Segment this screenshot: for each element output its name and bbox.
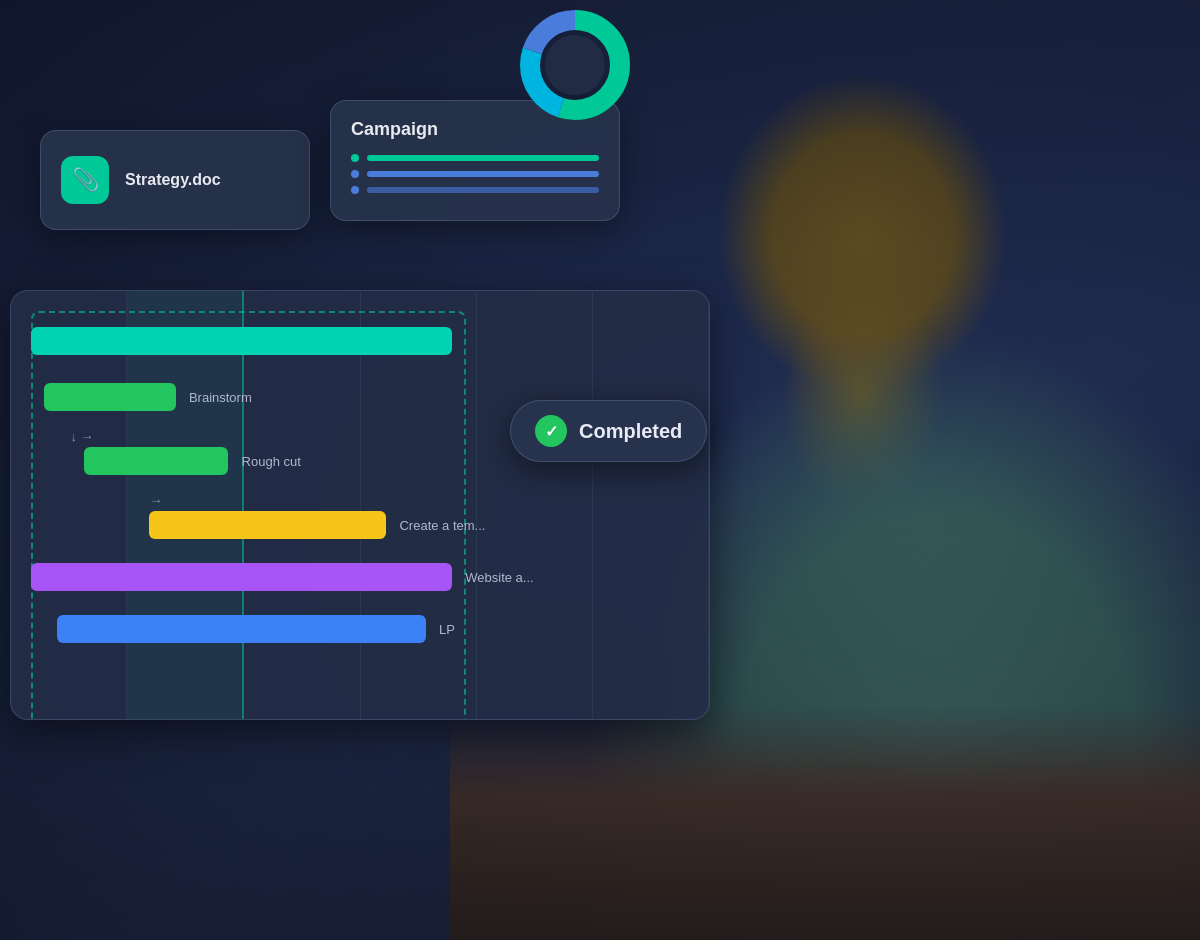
gantt-row-1: Design eBook [31,321,689,361]
strategy-card[interactable]: 📎 Strategy.doc [40,130,310,230]
gantt-bar-1 [31,327,452,355]
gantt-bar-4 [149,511,386,539]
gantt-label-2: Brainstorm [189,390,252,405]
svg-point-3 [545,35,605,95]
campaign-item-1 [351,154,599,162]
arrow-1: ↓ → [70,429,93,444]
gantt-label-5: Website a... [465,570,533,585]
gantt-row-4: Create a tem... [31,507,689,543]
campaign-line-1 [367,155,599,161]
gantt-content: Design eBook Brainstorm ↓ → Rough cut → … [31,311,689,647]
gantt-row-5: Website a... [31,559,689,595]
gantt-label-4: Create a tem... [399,518,485,533]
completed-check-icon: ✓ [535,415,567,447]
gantt-label-6: LP [439,622,455,637]
gantt-label-3: Rough cut [242,454,301,469]
gantt-row-6: LP [31,611,689,647]
completed-text: Completed [579,420,682,443]
gantt-bar-6 [57,615,425,643]
arrow-2: → [149,493,162,508]
completed-badge[interactable]: ✓ Completed [510,400,707,462]
gantt-bar-2 [44,383,176,411]
gantt-bar-3 [84,447,229,475]
gantt-bar-5 [31,563,452,591]
donut-chart [510,0,640,130]
campaign-line-3 [367,187,599,193]
campaign-dot-3 [351,186,359,194]
campaign-dot-2 [351,170,359,178]
campaign-item-2 [351,170,599,178]
campaign-dot-1 [351,154,359,162]
donut-svg [510,0,640,130]
strategy-icon: 📎 [61,156,109,204]
strategy-title: Strategy.doc [125,171,221,189]
gantt-card[interactable]: Design eBook Brainstorm ↓ → Rough cut → … [10,290,710,720]
campaign-item-3 [351,186,599,194]
campaign-line-2 [367,171,599,177]
